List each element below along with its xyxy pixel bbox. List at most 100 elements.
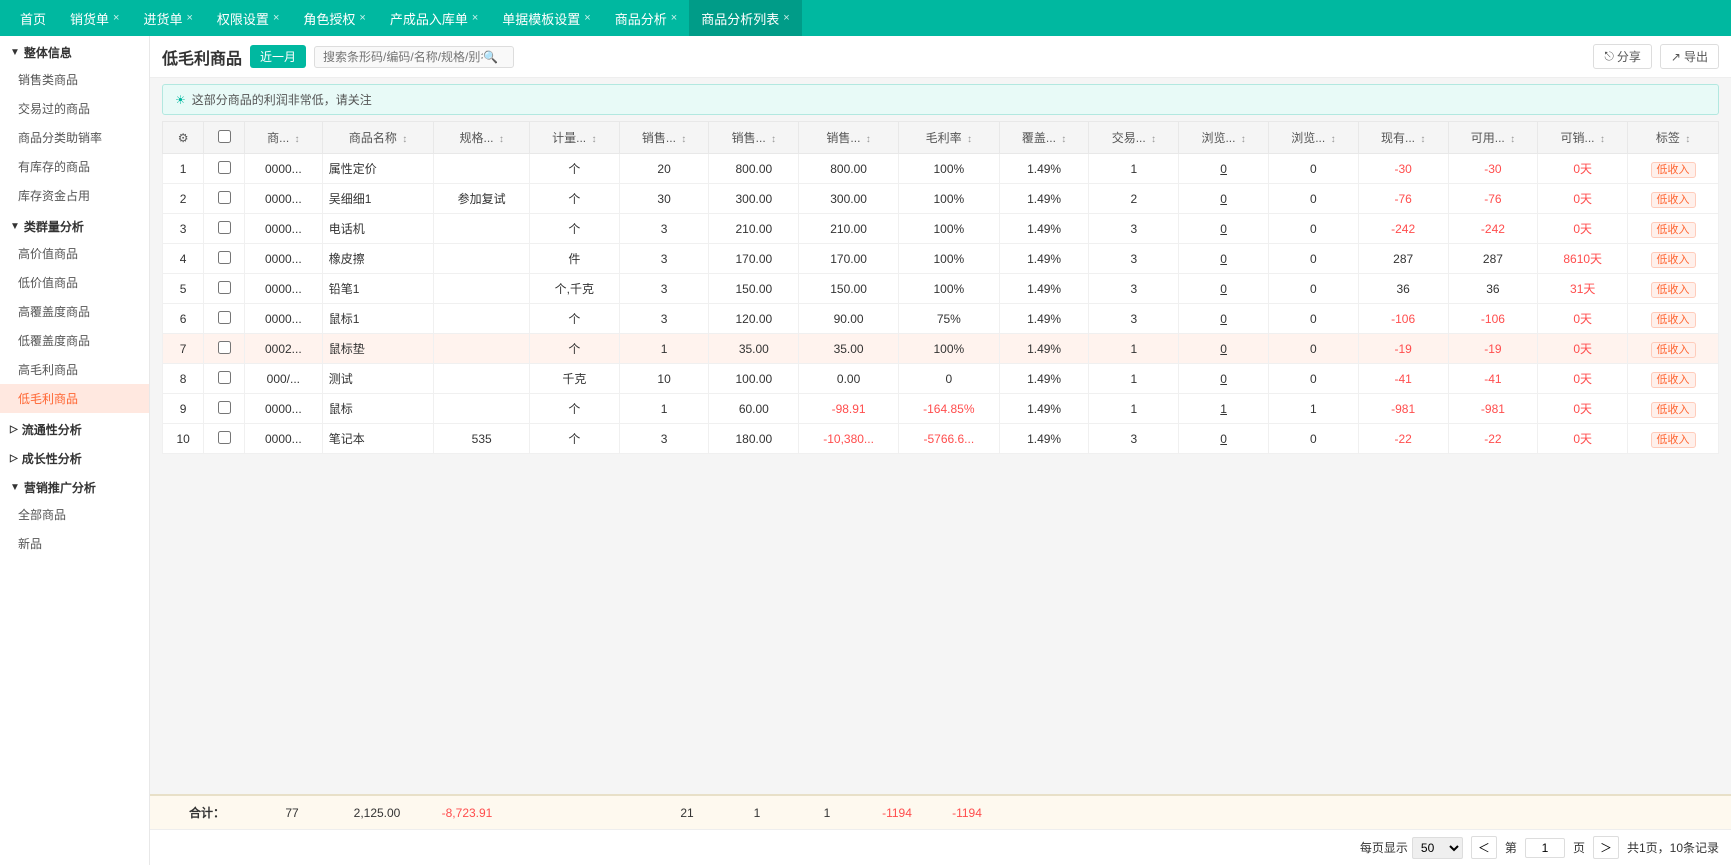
row-select-checkbox[interactable] bbox=[218, 371, 231, 384]
sidebar-item-traded-products[interactable]: 交易过的商品 bbox=[0, 94, 149, 123]
row-select-checkbox[interactable] bbox=[218, 431, 231, 444]
row-view1[interactable]: 0 bbox=[1179, 244, 1269, 274]
row-select-checkbox[interactable] bbox=[218, 221, 231, 234]
column-current-stock[interactable]: 现有... ↕ bbox=[1358, 122, 1448, 154]
table-row: 2 0000... 吴细细1 参加复试 个 30 300.00 300.00 1… bbox=[163, 184, 1719, 214]
row-select-checkbox[interactable] bbox=[218, 191, 231, 204]
row-name: 鼠标垫 bbox=[322, 334, 434, 364]
nav-sales-order[interactable]: 销货单 × bbox=[58, 0, 131, 36]
sidebar-group-marketing[interactable]: ▼ 营销推广分析 bbox=[0, 471, 149, 500]
column-trade[interactable]: 交易... ↕ bbox=[1089, 122, 1179, 154]
sidebar-item-low-margin[interactable]: 低毛利商品 bbox=[0, 384, 149, 413]
column-tag[interactable]: 标签 ↕ bbox=[1628, 122, 1719, 154]
close-icon[interactable]: × bbox=[584, 12, 590, 24]
close-icon[interactable]: × bbox=[783, 12, 789, 24]
sidebar-item-new-products[interactable]: 新品 bbox=[0, 529, 149, 558]
column-sale-price[interactable]: 销售... ↕ bbox=[709, 122, 799, 154]
sidebar-item-high-margin[interactable]: 高毛利商品 bbox=[0, 355, 149, 384]
sidebar-item-high-coverage[interactable]: 高覆盖度商品 bbox=[0, 297, 149, 326]
row-checkbox[interactable] bbox=[204, 154, 245, 184]
column-name[interactable]: 商品名称 ↕ bbox=[322, 122, 434, 154]
row-view1[interactable]: 0 bbox=[1179, 274, 1269, 304]
nav-permissions[interactable]: 权限设置 × bbox=[205, 0, 291, 36]
column-sale-qty[interactable]: 销售... ↕ bbox=[619, 122, 709, 154]
row-checkbox[interactable] bbox=[204, 304, 245, 334]
row-view1[interactable]: 0 bbox=[1179, 364, 1269, 394]
column-view1[interactable]: 浏览... ↕ bbox=[1179, 122, 1269, 154]
row-view1[interactable]: 0 bbox=[1179, 184, 1269, 214]
nav-product-analysis-list[interactable]: 商品分析列表 × bbox=[689, 0, 801, 36]
close-icon[interactable]: × bbox=[359, 12, 365, 24]
column-code[interactable]: 商... ↕ bbox=[244, 122, 322, 154]
sidebar-item-sales-products[interactable]: 销售类商品 bbox=[0, 65, 149, 94]
sidebar-item-all-products[interactable]: 全部商品 bbox=[0, 500, 149, 529]
column-checkbox[interactable] bbox=[204, 122, 245, 154]
row-select-checkbox[interactable] bbox=[218, 341, 231, 354]
prev-page-button[interactable]: ＜ bbox=[1471, 836, 1497, 859]
time-filter-button[interactable]: 近一月 bbox=[250, 45, 306, 68]
row-view1[interactable]: 0 bbox=[1179, 304, 1269, 334]
close-icon[interactable]: × bbox=[671, 12, 677, 24]
close-icon[interactable]: × bbox=[472, 12, 478, 24]
sidebar-item-high-value[interactable]: 高价值商品 bbox=[0, 239, 149, 268]
row-view1[interactable]: 0 bbox=[1179, 214, 1269, 244]
row-name: 测试 bbox=[322, 364, 434, 394]
row-checkbox[interactable] bbox=[204, 364, 245, 394]
search-input[interactable] bbox=[323, 50, 483, 64]
row-select-checkbox[interactable] bbox=[218, 251, 231, 264]
row-checkbox[interactable] bbox=[204, 184, 245, 214]
nav-template-settings[interactable]: 单据模板设置 × bbox=[490, 0, 602, 36]
share-button[interactable]: ⎋ 分享 bbox=[1593, 44, 1652, 69]
column-saleable-days[interactable]: 可销... ↕ bbox=[1538, 122, 1628, 154]
search-icon[interactable]: 🔍 bbox=[483, 50, 498, 64]
column-sale-amount[interactable]: 销售... ↕ bbox=[799, 122, 899, 154]
sidebar-item-low-value[interactable]: 低价值商品 bbox=[0, 268, 149, 297]
row-checkbox[interactable] bbox=[204, 214, 245, 244]
row-checkbox[interactable] bbox=[204, 424, 245, 454]
column-available-stock[interactable]: 可用... ↕ bbox=[1448, 122, 1538, 154]
row-view1[interactable]: 0 bbox=[1179, 424, 1269, 454]
row-view1[interactable]: 0 bbox=[1179, 334, 1269, 364]
row-checkbox[interactable] bbox=[204, 334, 245, 364]
export-button[interactable]: ↗ 导出 bbox=[1660, 44, 1719, 69]
nav-role-auth[interactable]: 角色授权 × bbox=[291, 0, 377, 36]
column-view2[interactable]: 浏览... ↕ bbox=[1269, 122, 1359, 154]
expand-icon: ▼ bbox=[10, 47, 20, 58]
column-spec[interactable]: 规格... ↕ bbox=[434, 122, 530, 154]
row-select-checkbox[interactable] bbox=[218, 281, 231, 294]
row-checkbox[interactable] bbox=[204, 394, 245, 424]
sidebar-item-low-coverage[interactable]: 低覆盖度商品 bbox=[0, 326, 149, 355]
row-select-checkbox[interactable] bbox=[218, 311, 231, 324]
column-settings[interactable]: ⚙ bbox=[163, 122, 204, 154]
table-row: 7 0002... 鼠标垫 个 1 35.00 35.00 100% 1.49%… bbox=[163, 334, 1719, 364]
row-coverage: 1.49% bbox=[999, 364, 1089, 394]
sidebar-item-inventory-capital[interactable]: 库存资金占用 bbox=[0, 181, 149, 210]
sidebar-item-category-rate[interactable]: 商品分类助销率 bbox=[0, 123, 149, 152]
sidebar-group-overall-info[interactable]: ▼ 整体信息 bbox=[0, 36, 149, 65]
row-select-checkbox[interactable] bbox=[218, 401, 231, 414]
sidebar-item-in-stock[interactable]: 有库存的商品 bbox=[0, 152, 149, 181]
page-number-input[interactable] bbox=[1525, 838, 1565, 858]
row-sale-qty: 3 bbox=[619, 244, 709, 274]
column-gross-margin[interactable]: 毛利率 ↕ bbox=[898, 122, 999, 154]
close-icon[interactable]: × bbox=[186, 12, 192, 24]
next-page-button[interactable]: ＞ bbox=[1593, 836, 1619, 859]
row-checkbox[interactable] bbox=[204, 274, 245, 304]
select-all-checkbox[interactable] bbox=[218, 130, 231, 143]
row-view1[interactable]: 1 bbox=[1179, 394, 1269, 424]
nav-product-inbound[interactable]: 产成品入库单 × bbox=[378, 0, 490, 36]
close-icon[interactable]: × bbox=[113, 12, 119, 24]
nav-product-analysis[interactable]: 商品分析 × bbox=[603, 0, 689, 36]
per-page-select[interactable]: 50 20 100 bbox=[1412, 837, 1463, 859]
sidebar-group-growth[interactable]: ▷ 成长性分析 bbox=[0, 442, 149, 471]
nav-purchase-order[interactable]: 进货单 × bbox=[131, 0, 204, 36]
sidebar-group-circulation[interactable]: ▷ 流通性分析 bbox=[0, 413, 149, 442]
close-icon[interactable]: × bbox=[273, 12, 279, 24]
row-view1[interactable]: 0 bbox=[1179, 154, 1269, 184]
row-select-checkbox[interactable] bbox=[218, 161, 231, 174]
column-coverage[interactable]: 覆盖... ↕ bbox=[999, 122, 1089, 154]
row-checkbox[interactable] bbox=[204, 244, 245, 274]
column-unit[interactable]: 计量... ↕ bbox=[529, 122, 619, 154]
sidebar-group-cluster-analysis[interactable]: ▼ 类群量分析 bbox=[0, 210, 149, 239]
nav-home[interactable]: 首页 bbox=[8, 0, 58, 36]
